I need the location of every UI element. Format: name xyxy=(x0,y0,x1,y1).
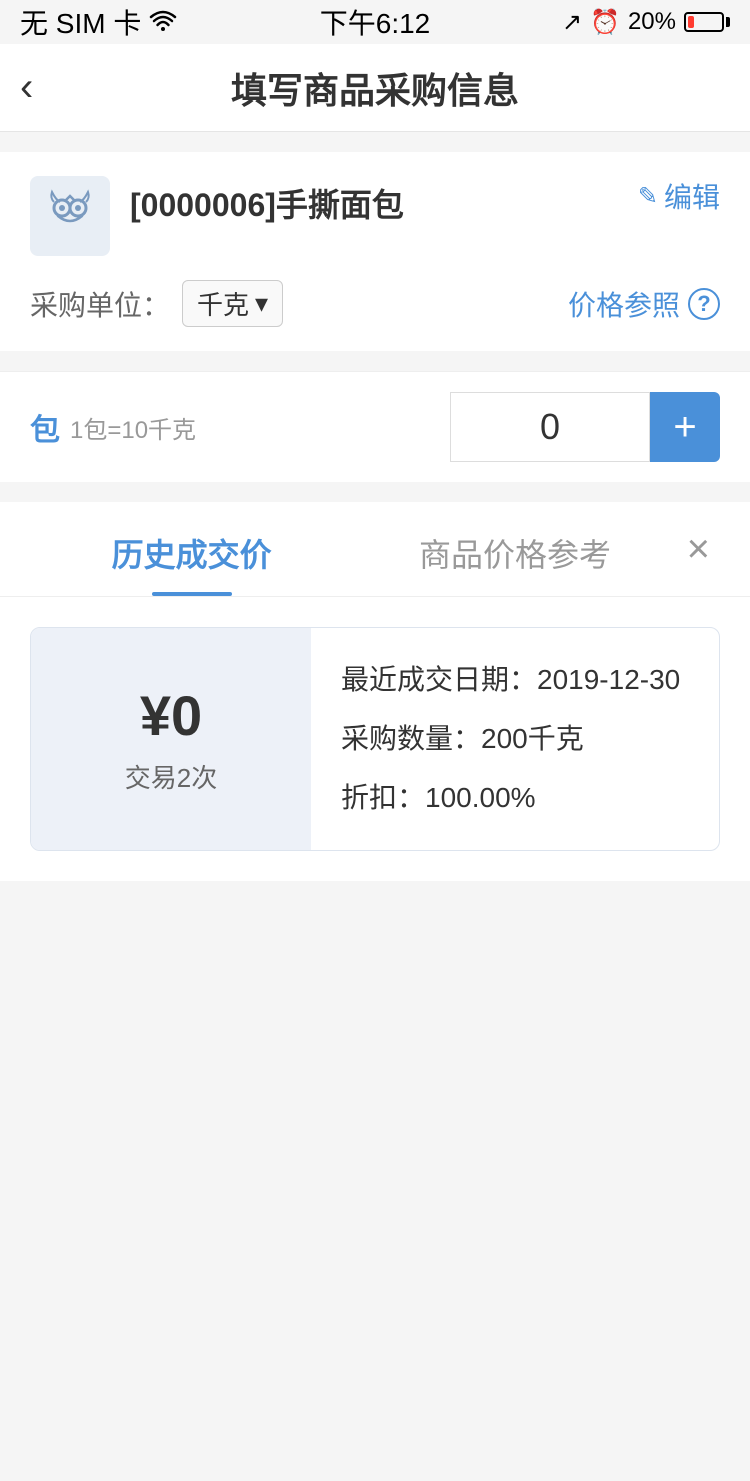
quantity-input[interactable] xyxy=(450,392,650,462)
discount-line: 折扣：100.00% xyxy=(341,776,689,821)
wifi-icon xyxy=(149,6,177,38)
unit-select-dropdown[interactable]: 千克 ▾ xyxy=(182,280,283,327)
tab-history-price[interactable]: 历史成交价 xyxy=(30,502,353,596)
unit-value: 千克 xyxy=(197,285,249,322)
discount-value: 100.00% xyxy=(425,782,536,813)
history-price-content: ¥0 交易2次 最近成交日期：2019-12-30 采购数量：200千克 折扣：… xyxy=(0,597,750,881)
tab-product-price-ref[interactable]: 商品价格参考 xyxy=(353,502,676,596)
price-card-left: ¥0 交易2次 xyxy=(31,628,311,850)
edit-label: 编辑 xyxy=(664,176,720,216)
product-card: [0000006]手撕面包 ✎ 编辑 采购单位： 千克 ▾ 价格参照 ? xyxy=(0,152,750,351)
footer-space xyxy=(0,881,750,1481)
status-time: 下午6:12 xyxy=(320,2,431,42)
location-icon: ↗ xyxy=(562,8,582,37)
battery-percent: 20% xyxy=(628,8,676,36)
carrier-text: 无 SIM 卡 xyxy=(20,2,141,42)
logo-icon xyxy=(40,182,100,251)
tab-history-label: 历史成交价 xyxy=(112,537,272,573)
close-button[interactable]: × xyxy=(677,517,720,582)
status-left: 无 SIM 卡 xyxy=(20,2,177,42)
price-ref-label: 价格参照 xyxy=(568,284,680,324)
recent-date-line: 最近成交日期：2019-12-30 xyxy=(341,658,689,703)
plus-button[interactable]: + xyxy=(650,392,720,462)
header: ‹ 填写商品采购信息 xyxy=(0,44,750,132)
product-left: [0000006]手撕面包 xyxy=(30,176,404,256)
tabs-header: 历史成交价 商品价格参考 × xyxy=(0,502,750,597)
price-card-right: 最近成交日期：2019-12-30 采购数量：200千克 折扣：100.00% xyxy=(311,628,719,850)
unit-hint: 1包=10千克 xyxy=(70,410,196,445)
product-logo xyxy=(30,176,110,256)
status-bar: 无 SIM 卡 下午6:12 ↗ ⏰ 20% xyxy=(0,0,750,44)
trade-count: 交易2次 xyxy=(125,758,217,795)
alarm-icon: ⏰ xyxy=(590,8,620,37)
quantity-row: 包 1包=10千克 + xyxy=(0,371,750,482)
quantity-left: 包 1包=10千克 xyxy=(30,405,196,449)
purchase-qty-value: 200千克 xyxy=(481,723,584,754)
unit-badge: 包 xyxy=(30,405,60,449)
tab-price-ref-label: 商品价格参考 xyxy=(419,537,611,573)
battery-indicator xyxy=(684,12,730,32)
page-title: 填写商品采购信息 xyxy=(231,62,519,114)
quantity-right: + xyxy=(450,392,720,462)
product-bottom: 采购单位： 千克 ▾ 价格参照 ? xyxy=(30,280,720,327)
edit-icon: ✎ xyxy=(638,182,658,211)
back-button[interactable]: ‹ xyxy=(20,65,33,110)
dropdown-arrow-icon: ▾ xyxy=(255,288,268,319)
purchase-qty-line: 采购数量：200千克 xyxy=(341,717,689,762)
purchase-qty-label: 采购数量： xyxy=(341,723,481,754)
price-card: ¥0 交易2次 最近成交日期：2019-12-30 采购数量：200千克 折扣：… xyxy=(30,627,720,851)
tabs-section: 历史成交价 商品价格参考 × ¥0 交易2次 最近成交日期：2019-12-30… xyxy=(0,502,750,881)
recent-date-value: 2019-12-30 xyxy=(537,664,680,695)
price-amount: ¥0 xyxy=(140,683,202,748)
recent-date-label: 最近成交日期： xyxy=(341,664,537,695)
tab-active-indicator xyxy=(152,592,232,596)
product-name: [0000006]手撕面包 xyxy=(130,176,404,226)
status-right: ↗ ⏰ 20% xyxy=(562,8,730,37)
discount-label: 折扣： xyxy=(341,782,425,813)
price-reference-button[interactable]: 价格参照 ? xyxy=(568,284,720,324)
unit-section: 采购单位： 千克 ▾ xyxy=(30,280,283,327)
product-top: [0000006]手撕面包 ✎ 编辑 xyxy=(30,176,720,256)
help-icon: ? xyxy=(688,288,720,320)
edit-button[interactable]: ✎ 编辑 xyxy=(638,176,720,216)
unit-label: 采购单位： xyxy=(30,284,170,324)
